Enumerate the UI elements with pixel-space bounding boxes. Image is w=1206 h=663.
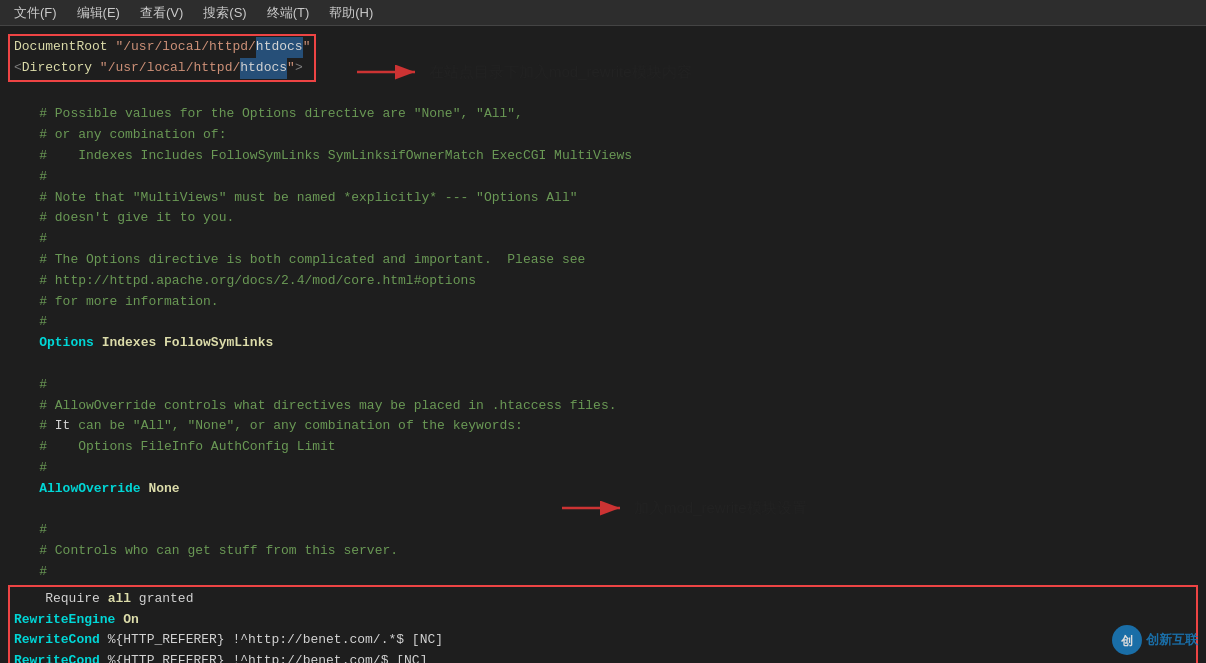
code-rewritecond-1: RewriteCond <box>14 630 108 651</box>
code-require-all: all <box>108 589 131 610</box>
menu-view[interactable]: 查看(V) <box>130 2 193 24</box>
code-rewritecond-2-val: %{HTTP_REFERER} !^http://benet.com/$ [NC… <box>108 651 428 663</box>
main-area: DocumentRoot "/usr/local/httpd/htdocs" <… <box>0 26 1206 663</box>
code-comment-14: # <box>8 416 55 437</box>
rewrite-box: Require all granted RewriteEngine On Rew… <box>8 585 1198 663</box>
code-docroot-htdocs: htdocs <box>256 37 303 58</box>
watermark-icon: 创 <box>1116 629 1138 651</box>
code-rewritecond-1-val: %{HTTP_REFERER} !^http://benet.com/.*$ [… <box>108 630 443 651</box>
code-comment-16: # <box>8 458 47 479</box>
code-it: It <box>55 416 71 437</box>
code-comment-14b: can be "All", "None", or any combination… <box>70 416 522 437</box>
code-comment-15: # Options FileInfo AuthConfig Limit <box>8 437 336 458</box>
code-rewriteengine-on: On <box>123 610 139 631</box>
watermark-logo: 创 <box>1112 625 1142 655</box>
code-options-value: Indexes FollowSymLinks <box>102 333 274 354</box>
svg-text:创: 创 <box>1120 634 1133 648</box>
code-comment-12: # <box>8 375 47 396</box>
code-dir-path: "/usr/local/httpd/ <box>100 58 240 79</box>
code-rewritecond-2: RewriteCond <box>14 651 108 663</box>
watermark-label: 创新互联 <box>1146 631 1198 649</box>
code-comment-8: # The Options directive is both complica… <box>8 250 585 271</box>
code-dir-htdocs: htdocs <box>240 58 287 79</box>
code-comment-10: # for more information. <box>8 292 219 313</box>
code-comment-13: # AllowOverride controls what directives… <box>8 396 617 417</box>
code-indent1 <box>8 84 16 105</box>
code-comment-19: # <box>8 562 47 583</box>
code-dir-tag: Directory <box>22 58 100 79</box>
annotation-top: 在站点目录下加入mod_rewrite模块内容 <box>355 58 692 86</box>
code-dir-open: < <box>14 58 22 79</box>
app-window: 文件(F) 编辑(E) 查看(V) 搜索(S) 终端(T) 帮助(H) Docu… <box>0 0 1206 663</box>
code-comment-6: # doesn't give it to you. <box>8 208 234 229</box>
menu-file[interactable]: 文件(F) <box>4 2 67 24</box>
code-docroot-quote: " <box>303 37 311 58</box>
code-blank-1 <box>8 354 16 375</box>
code-comment-4: # <box>8 167 47 188</box>
code-rewriteengine: RewriteEngine <box>14 610 123 631</box>
code-allowoverride-keyword: AllowOverride <box>8 479 148 500</box>
arrow-right-icon <box>355 58 425 86</box>
code-comment-17: # <box>8 520 47 541</box>
code-dir-quote: " <box>287 58 295 79</box>
code-comment-5: # Note that "MultiViews" must be named *… <box>8 188 578 209</box>
menu-search[interactable]: 搜索(S) <box>193 2 256 24</box>
code-docroot-path: "/usr/local/httpd/ <box>115 37 255 58</box>
menu-edit[interactable]: 编辑(E) <box>67 2 130 24</box>
code-blank-2 <box>8 500 16 521</box>
code-comment-11: # <box>8 312 47 333</box>
code-editor[interactable]: DocumentRoot "/usr/local/httpd/htdocs" <… <box>0 26 1206 663</box>
menubar: 文件(F) 编辑(E) 查看(V) 搜索(S) 终端(T) 帮助(H) <box>0 0 1206 26</box>
code-require-indent: Require <box>14 589 108 610</box>
annotation-bottom: 加入mod_rewrite模块设置 <box>560 494 807 522</box>
annotation-top-text: 在站点目录下加入mod_rewrite模块内容 <box>429 60 692 84</box>
code-comment-3: # Indexes Includes FollowSymLinks SymLin… <box>8 146 632 167</box>
annotation-bottom-text: 加入mod_rewrite模块设置 <box>634 496 807 520</box>
code-dir-close-bracket: > <box>295 58 303 79</box>
menu-help[interactable]: 帮助(H) <box>319 2 383 24</box>
code-options-keyword: Options <box>8 333 102 354</box>
code-comment-18: # Controls who can get stuff from this s… <box>8 541 398 562</box>
code-docroot-keyword: DocumentRoot <box>14 37 115 58</box>
code-require-granted: granted <box>131 589 193 610</box>
code-comment-7: # <box>8 229 47 250</box>
code-comment-2: # or any combination of: <box>8 125 226 146</box>
code-comment-1: # Possible values for the Options direct… <box>8 104 523 125</box>
menu-terminal[interactable]: 终端(T) <box>257 2 320 24</box>
code-comment-9: # http://httpd.apache.org/docs/2.4/mod/c… <box>8 271 476 292</box>
arrow-right-bottom-icon <box>560 494 630 522</box>
watermark: 创 创新互联 <box>1112 625 1198 655</box>
code-allowoverride-value: None <box>148 479 179 500</box>
